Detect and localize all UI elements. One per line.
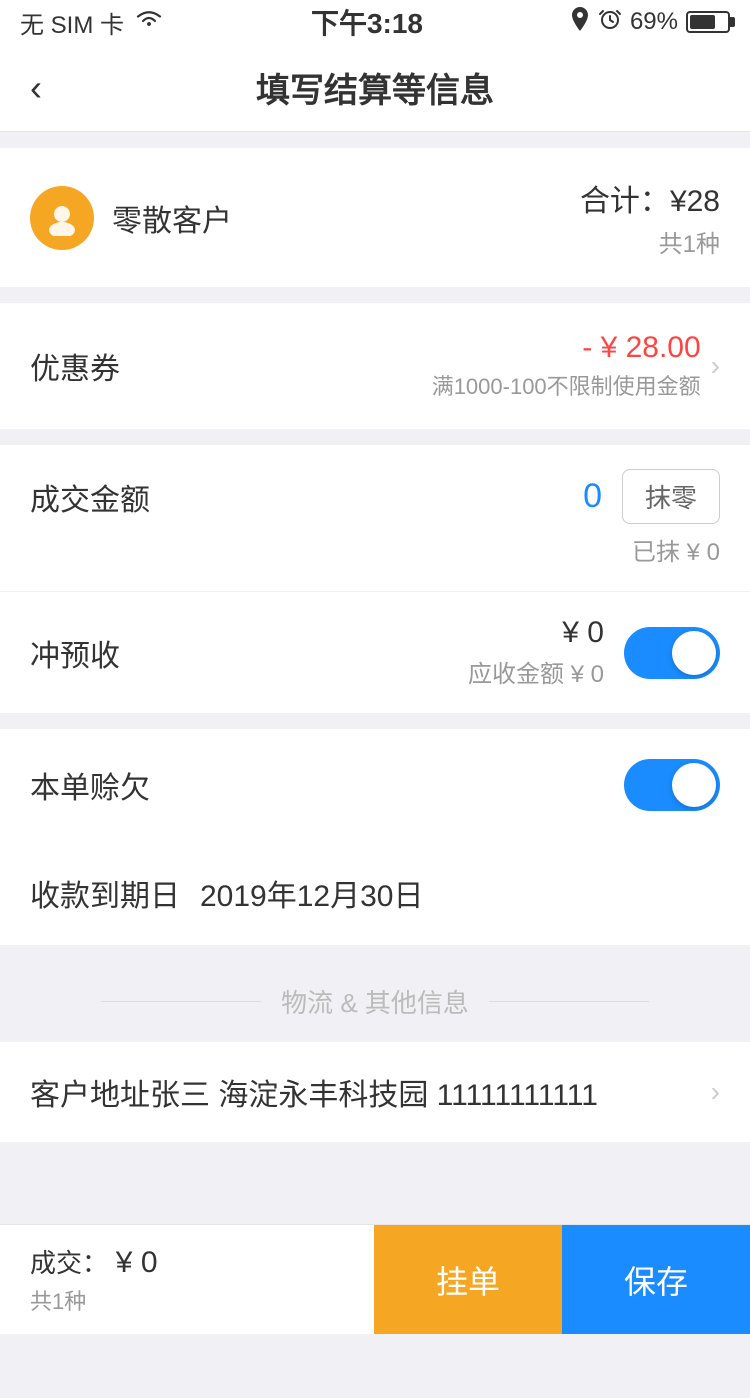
logistics-line-left <box>101 1001 261 1002</box>
footer-count: 共1种 <box>30 1284 344 1316</box>
prepay-row: 冲预收 ¥ 0 应收金额 ¥ 0 <box>0 592 750 713</box>
customer-count: 共1种 <box>580 224 720 259</box>
logistics-line-right <box>489 1001 649 1002</box>
location-icon <box>570 7 590 38</box>
coupon-text-wrap: - ¥ 28.00 满1000-100不限制使用金额 <box>432 331 701 401</box>
logistics-header-text: 物流 & 其他信息 <box>281 983 469 1020</box>
sim-text: 无 SIM 卡 <box>20 5 124 40</box>
prepay-amount: ¥ 0 <box>468 616 604 650</box>
save-button[interactable]: 保存 <box>562 1225 750 1334</box>
back-button[interactable]: ‹ <box>30 67 42 109</box>
status-left: 无 SIM 卡 <box>20 5 164 40</box>
due-date-value: 2019年12月30日 <box>200 871 423 915</box>
footer-deal-line: 成交： ¥ 0 <box>30 1243 344 1280</box>
customer-row: 零散客户 合计：¥28 共1种 <box>0 148 750 287</box>
nav-title: 填写结算等信息 <box>256 63 494 112</box>
footer-deal-amount: ¥ 0 <box>116 1246 158 1279</box>
customer-avatar <box>30 186 94 250</box>
amount-right: 0 抹零 <box>583 469 720 524</box>
battery-text: 69% <box>630 8 678 36</box>
status-time: 下午3:18 <box>311 2 423 42</box>
customer-name: 零散客户 <box>112 196 232 240</box>
due-date-row: 收款到期日 2019年12月30日 <box>0 841 750 945</box>
footer-deal-label: 成交： <box>30 1248 108 1278</box>
logistics-header: 物流 & 其他信息 <box>0 961 750 1042</box>
address-value: 张三 海淀永丰科技园 11111111111 <box>150 1070 711 1114</box>
wifi-icon <box>134 8 164 37</box>
coupon-right: - ¥ 28.00 满1000-100不限制使用金额 › <box>432 331 720 401</box>
battery-icon <box>686 11 730 33</box>
address-section: 客户地址 张三 海淀永丰科技园 11111111111 › <box>0 1042 750 1142</box>
logistics-lines: 物流 & 其他信息 <box>30 983 720 1020</box>
address-row[interactable]: 客户地址 张三 海淀永丰科技园 11111111111 › <box>0 1042 750 1142</box>
amount-value: 0 <box>583 477 602 516</box>
coupon-label: 优惠券 <box>30 344 120 388</box>
deal-section: 成交金额 0 抹零 已抹 ¥ 0 冲预收 ¥ 0 应收金额 ¥ 0 <box>0 445 750 713</box>
toggle-knob <box>672 631 716 675</box>
round-zero-button[interactable]: 抹零 <box>622 469 720 524</box>
debt-toggle[interactable] <box>624 759 720 811</box>
alarm-icon <box>598 7 622 38</box>
debt-row: 本单赊欠 <box>0 729 750 841</box>
prepay-label: 冲预收 <box>30 631 120 675</box>
prepay-text: ¥ 0 应收金额 ¥ 0 <box>468 616 604 689</box>
amount-row-top: 成交金额 0 抹零 <box>30 469 720 524</box>
status-right: 69% <box>570 7 730 38</box>
status-bar: 无 SIM 卡 下午3:18 69% <box>0 0 750 44</box>
customer-left: 零散客户 <box>30 186 232 250</box>
due-date-label: 收款到期日 <box>30 871 180 915</box>
prepay-right: ¥ 0 应收金额 ¥ 0 <box>468 616 720 689</box>
amount-sub: 已抹 ¥ 0 <box>30 532 720 567</box>
coupon-section: 优惠券 - ¥ 28.00 满1000-100不限制使用金额 › <box>0 303 750 429</box>
debt-toggle-knob <box>672 763 716 807</box>
coupon-desc: 满1000-100不限制使用金额 <box>432 369 701 401</box>
amount-row: 成交金额 0 抹零 已抹 ¥ 0 <box>0 445 750 592</box>
address-chevron: › <box>711 1076 720 1108</box>
hold-button[interactable]: 挂单 <box>374 1225 562 1334</box>
amount-label: 成交金额 <box>30 475 150 519</box>
address-label: 客户地址 <box>30 1070 150 1114</box>
nav-bar: ‹ 填写结算等信息 <box>0 44 750 132</box>
prepay-toggle[interactable] <box>624 627 720 679</box>
footer-info: 成交： ¥ 0 共1种 <box>0 1225 374 1334</box>
coupon-value: - ¥ 28.00 <box>432 331 701 365</box>
coupon-row[interactable]: 优惠券 - ¥ 28.00 满1000-100不限制使用金额 › <box>0 303 750 429</box>
debt-section: 本单赊欠 收款到期日 2019年12月30日 <box>0 729 750 945</box>
coupon-chevron: › <box>711 350 720 382</box>
prepay-sub: 应收金额 ¥ 0 <box>468 654 604 689</box>
customer-right: 合计：¥28 共1种 <box>580 176 720 259</box>
customer-total: 合计：¥28 <box>580 176 720 220</box>
footer: 成交： ¥ 0 共1种 挂单 保存 <box>0 1224 750 1334</box>
customer-section: 零散客户 合计：¥28 共1种 <box>0 148 750 287</box>
debt-label: 本单赊欠 <box>30 763 150 807</box>
